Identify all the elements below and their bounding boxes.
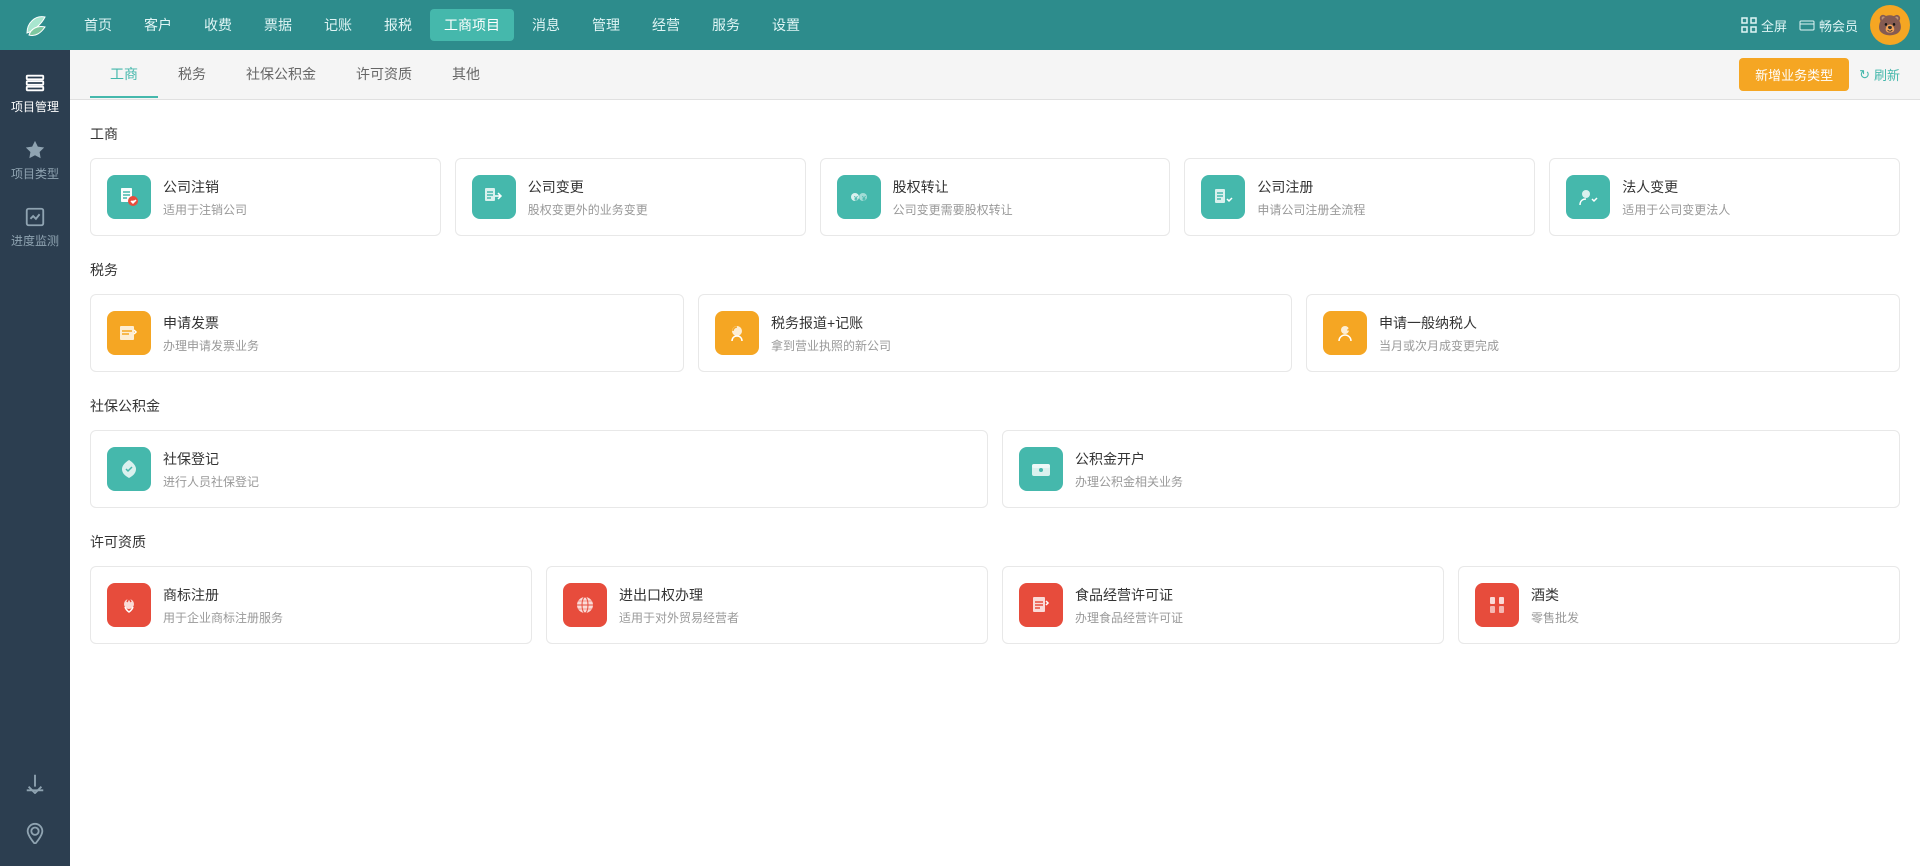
card-icon-change [472, 175, 516, 219]
add-type-button[interactable]: 新增业务类型 [1739, 58, 1849, 91]
nav-ticket[interactable]: 票据 [250, 9, 306, 41]
card-icon-trademark [107, 583, 151, 627]
card-social-security[interactable]: 社保登记 进行人员社保登记 [90, 430, 988, 508]
shebao-cards: 社保登记 进行人员社保登记 公积金开户 办理公积金相关业务 [90, 430, 1900, 508]
card-provident-fund[interactable]: 公积金开户 办理公积金相关业务 [1002, 430, 1900, 508]
nav-service[interactable]: 服务 [698, 9, 754, 41]
nav-message[interactable]: 消息 [518, 9, 574, 41]
nav-bookkeeping[interactable]: 记账 [310, 9, 366, 41]
nav-tax[interactable]: 报税 [370, 9, 426, 41]
card-equity-transfer[interactable]: ¥ ¥ 股权转让 公司变更需要股权转让 [820, 158, 1171, 236]
card-icon-import-export [563, 583, 607, 627]
card-icon-social [107, 447, 151, 491]
card-info-social: 社保登记 进行人员社保登记 [163, 449, 971, 490]
card-info-trademark: 商标注册 用于企业商标注册服务 [163, 585, 515, 626]
scroll-content[interactable]: 工商 公司注销 适用于注销公司 [70, 100, 1920, 866]
tab-other[interactable]: 其他 [432, 52, 500, 98]
card-company-cancel[interactable]: 公司注销 适用于注销公司 [90, 158, 441, 236]
card-info-equity: 股权转让 公司变更需要股权转让 [893, 177, 1154, 218]
card-icon-invoice [107, 311, 151, 355]
card-info-change: 公司变更 股权变更外的业务变更 [528, 177, 789, 218]
card-icon-register [1201, 175, 1245, 219]
card-info-import-export: 进出口权办理 适用于对外贸易经营者 [619, 585, 971, 626]
xuke-cards: 商标注册 用于企业商标注册服务 进出口权办理 [90, 566, 1900, 644]
card-general-taxpayer[interactable]: 申请一般纳税人 当月或次月成变更完成 [1306, 294, 1900, 372]
tab-xuke[interactable]: 许可资质 [336, 52, 432, 98]
tab-gongshang[interactable]: 工商 [90, 52, 158, 98]
card-icon-wine [1475, 583, 1519, 627]
card-import-export[interactable]: 进出口权办理 适用于对外贸易经营者 [546, 566, 988, 644]
sidebar-item-project-manage[interactable]: 项目管理 [0, 60, 70, 127]
svg-text:¥: ¥ [854, 196, 858, 203]
vip-btn[interactable]: 畅会员 [1799, 16, 1858, 35]
card-icon-tax-report [715, 311, 759, 355]
card-icon-provident [1019, 447, 1063, 491]
nav-items: 首页 客户 收费 票据 记账 报税 工商项目 消息 管理 经营 服务 设置 [70, 9, 1741, 41]
sidebar-bottom [16, 760, 54, 856]
card-icon-taxpayer [1323, 311, 1367, 355]
nav-business[interactable]: 工商项目 [430, 9, 514, 41]
sidebar-location[interactable] [16, 810, 54, 856]
card-tax-report[interactable]: 税务报道+记账 拿到营业执照的新公司 [698, 294, 1292, 372]
card-info-taxpayer: 申请一般纳税人 当月或次月成变更完成 [1379, 313, 1883, 354]
card-company-change[interactable]: 公司变更 股权变更外的业务变更 [455, 158, 806, 236]
main-layout: 项目管理 项目类型 进度监测 [0, 50, 1920, 866]
card-info-cancel: 公司注销 适用于注销公司 [163, 177, 424, 218]
card-food-license[interactable]: 食品经营许可证 办理食品经营许可证 [1002, 566, 1444, 644]
card-info-wine: 酒类 零售批发 [1531, 585, 1883, 626]
sidebar-item-progress[interactable]: 进度监测 [0, 194, 70, 261]
card-invoice-apply[interactable]: 申请发票 办理申请发票业务 [90, 294, 684, 372]
sidebar-download[interactable] [16, 760, 54, 806]
top-navigation: 首页 客户 收费 票据 记账 报税 工商项目 消息 管理 经营 服务 设置 全屏 [0, 0, 1920, 50]
card-company-register[interactable]: 公司注册 申请公司注册全流程 [1184, 158, 1535, 236]
content-area: 工商 税务 社保公积金 许可资质 其他 新增业务类型 ↻ 刷新 工商 [70, 50, 1920, 866]
card-icon-equity: ¥ ¥ [837, 175, 881, 219]
card-info-provident: 公积金开户 办理公积金相关业务 [1075, 449, 1883, 490]
nav-customer[interactable]: 客户 [130, 9, 186, 41]
card-info-invoice: 申请发票 办理申请发票业务 [163, 313, 667, 354]
card-icon-legal [1566, 175, 1610, 219]
card-info-tax-report: 税务报道+记账 拿到营业执照的新公司 [771, 313, 1275, 354]
nav-home[interactable]: 首页 [70, 9, 126, 41]
nav-fee[interactable]: 收费 [190, 9, 246, 41]
tab-bar-actions: 新增业务类型 ↻ 刷新 [1739, 58, 1900, 91]
shuiwu-cards: 申请发票 办理申请发票业务 税务报道+记账 拿到营业执照的新 [90, 294, 1900, 372]
card-legal-change[interactable]: 法人变更 适用于公司变更法人 [1549, 158, 1900, 236]
section-title-gongshang: 工商 [90, 124, 1900, 144]
card-info-register: 公司注册 申请公司注册全流程 [1257, 177, 1518, 218]
fullscreen-btn[interactable]: 全屏 [1741, 16, 1787, 35]
mascot-avatar: 🐻 [1870, 5, 1910, 45]
refresh-icon: ↻ [1859, 67, 1870, 83]
nav-operation[interactable]: 经营 [638, 9, 694, 41]
tab-shebao[interactable]: 社保公积金 [226, 52, 336, 98]
sidebar: 项目管理 项目类型 进度监测 [0, 50, 70, 866]
gongshang-cards: 公司注销 适用于注销公司 公司变更 股权变更外的业务变更 [90, 158, 1900, 236]
sidebar-item-project-type[interactable]: 项目类型 [0, 127, 70, 194]
card-info-food: 食品经营许可证 办理食品经营许可证 [1075, 585, 1427, 626]
logo [10, 9, 60, 41]
section-title-shuiwu: 税务 [90, 260, 1900, 280]
card-icon-cancel [107, 175, 151, 219]
nav-manage[interactable]: 管理 [578, 9, 634, 41]
card-info-legal: 法人变更 适用于公司变更法人 [1622, 177, 1883, 218]
top-nav-right: 全屏 畅会员 🐻 [1741, 5, 1910, 45]
tab-shuiwu[interactable]: 税务 [158, 52, 226, 98]
section-title-shebao: 社保公积金 [90, 396, 1900, 416]
section-title-xuke: 许可资质 [90, 532, 1900, 552]
card-wine[interactable]: 酒类 零售批发 [1458, 566, 1900, 644]
card-trademark[interactable]: 商标注册 用于企业商标注册服务 [90, 566, 532, 644]
tab-bar: 工商 税务 社保公积金 许可资质 其他 新增业务类型 ↻ 刷新 [70, 50, 1920, 100]
refresh-button[interactable]: ↻ 刷新 [1859, 65, 1900, 84]
nav-settings[interactable]: 设置 [758, 9, 814, 41]
card-icon-food [1019, 583, 1063, 627]
svg-text:¥: ¥ [862, 196, 866, 203]
